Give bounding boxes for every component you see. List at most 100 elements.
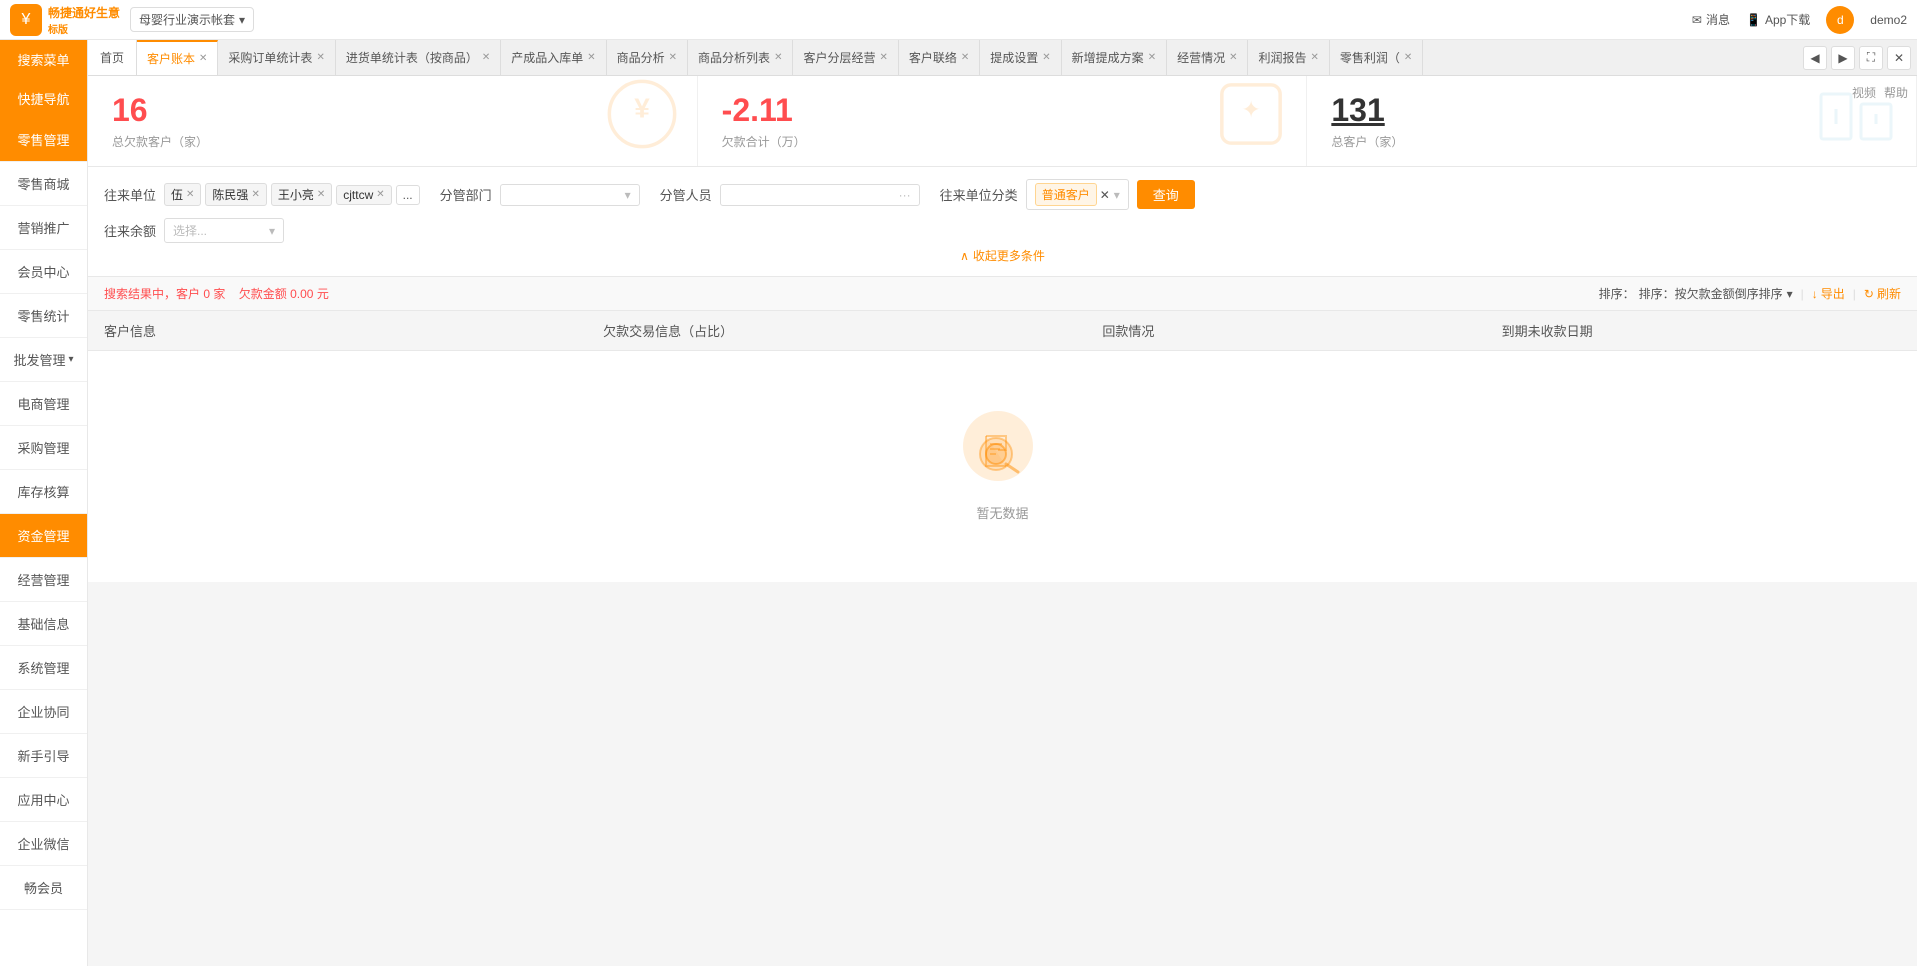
- stats-card-body-2: -2.11 欠款合计（万）: [722, 92, 806, 150]
- remove-category-tag[interactable]: ✕: [1100, 188, 1110, 202]
- sidebar-item-ecom[interactable]: 电商管理: [0, 382, 87, 426]
- sidebar-item-finance[interactable]: 资金管理: [0, 514, 87, 558]
- sidebar-item-basic[interactable]: 基础信息: [0, 602, 87, 646]
- empty-text: 暂无数据: [976, 503, 1028, 522]
- tab-next-btn[interactable]: ▶: [1831, 46, 1855, 70]
- tab-close-btn[interactable]: ✕: [1042, 52, 1050, 63]
- tab-close-btn[interactable]: ✕: [1404, 52, 1412, 63]
- svg-text:¥: ¥: [634, 93, 650, 124]
- tab-close-btn[interactable]: ✕: [199, 53, 207, 64]
- filter-tag-wu[interactable]: 伍 ✕: [164, 183, 201, 206]
- sidebar-item-vip[interactable]: 畅会员: [0, 866, 87, 910]
- query-btn[interactable]: 查询: [1137, 180, 1195, 209]
- tab-close-btn[interactable]: ✕: [1311, 52, 1319, 63]
- tab-close-btn[interactable]: ✕: [774, 52, 782, 63]
- sidebar-item-enterprise[interactable]: 企业协同: [0, 690, 87, 734]
- message-btn[interactable]: ✉ 消息: [1692, 11, 1730, 28]
- remove-tag-wang[interactable]: ✕: [317, 189, 325, 200]
- tab-retail-profit[interactable]: 零售利润（ ✕: [1330, 40, 1423, 76]
- export-icon: ↓: [1812, 287, 1818, 301]
- sidebar-item-system[interactable]: 系统管理: [0, 646, 87, 690]
- unit-filter-tags: 伍 ✕ 陈民强 ✕ 王小亮 ✕ cjttcw ✕: [164, 183, 420, 206]
- balance-filter-select[interactable]: 选择... ▾: [164, 218, 284, 243]
- tab-goods-list[interactable]: 商品分析列表 ✕: [688, 40, 793, 76]
- dept-select-arrow: ▾: [625, 188, 631, 202]
- tab-customer-contact[interactable]: 客户联络 ✕: [899, 40, 980, 76]
- dept-filter-select[interactable]: ▾: [500, 184, 640, 206]
- sidebar-item-inventory[interactable]: 库存核算: [0, 470, 87, 514]
- stat-label-1: 总欠款客户（家）: [112, 133, 208, 150]
- tab-close-btn[interactable]: ✕: [879, 52, 887, 63]
- filter-tag-cjttcw[interactable]: cjttcw ✕: [336, 185, 391, 205]
- tab-commission-settings[interactable]: 提成设置 ✕: [980, 40, 1061, 76]
- sidebar-item-wechat[interactable]: 企业微信: [0, 822, 87, 866]
- tab-close-btn[interactable]: ✕: [669, 52, 677, 63]
- sidebar-item-wholesale[interactable]: 批发管理 ▾: [0, 338, 87, 382]
- stats-card-icon-2: ✦: [1216, 79, 1286, 163]
- stat-label-2: 欠款合计（万）: [722, 133, 806, 150]
- tab-stock-stats[interactable]: 进货单统计表（按商品） ✕: [336, 40, 501, 76]
- sidebar-search[interactable]: 搜索菜单: [0, 40, 87, 79]
- tab-fullscreen-btn[interactable]: ⛶: [1859, 46, 1883, 70]
- logo-icon: ¥: [10, 4, 42, 36]
- sidebar-item-retail[interactable]: 零售管理: [0, 118, 87, 162]
- filter-more-btn[interactable]: ...: [396, 185, 420, 205]
- filter-tag-wang[interactable]: 王小亮 ✕: [271, 183, 332, 206]
- tab-close-btn[interactable]: ✕: [1148, 52, 1156, 63]
- stats-card-body-1: 16 总欠款客户（家）: [112, 92, 208, 150]
- tab-profit-report[interactable]: 利润报告 ✕: [1248, 40, 1329, 76]
- tab-home[interactable]: 首页: [88, 40, 137, 76]
- remove-tag-cjttcw[interactable]: ✕: [376, 189, 384, 200]
- tab-prev-btn[interactable]: ◀: [1803, 46, 1827, 70]
- results-actions: 排序： 排序：按欠款金额倒序排序 ▾ | ↓ 导出 | ↻ 刷新: [1599, 285, 1901, 302]
- category-select-arrow: ▾: [1114, 188, 1120, 202]
- refresh-btn[interactable]: ↻ 刷新: [1864, 285, 1901, 302]
- tab-new-commission[interactable]: 新增提成方案 ✕: [1062, 40, 1167, 76]
- store-selector[interactable]: 母婴行业演示帐套 ▾: [130, 7, 254, 32]
- tab-close-all-btn[interactable]: ✕: [1887, 46, 1911, 70]
- category-filter-select[interactable]: 普通客户 ✕ ▾: [1026, 179, 1129, 210]
- tab-production[interactable]: 产成品入库单 ✕: [501, 40, 606, 76]
- tab-goods-analysis[interactable]: 商品分析 ✕: [607, 40, 688, 76]
- sidebar-item-operation[interactable]: 经营管理: [0, 558, 87, 602]
- collapse-btn[interactable]: ∧ 收起更多条件: [104, 247, 1901, 264]
- stat-value-3: 131: [1331, 92, 1403, 129]
- empty-icon: [963, 411, 1043, 491]
- remove-tag-chen[interactable]: ✕: [251, 189, 259, 200]
- tab-purchase-order[interactable]: 采购订单统计表 ✕: [218, 40, 335, 76]
- logo: ¥ 畅捷通好生意 标版: [10, 4, 120, 36]
- sidebar-item-retail-stats[interactable]: 零售统计: [0, 294, 87, 338]
- tab-close-btn[interactable]: ✕: [482, 52, 490, 63]
- tab-close-btn[interactable]: ✕: [587, 52, 595, 63]
- person-filter-select[interactable]: ···: [720, 184, 920, 206]
- tab-customer-tier[interactable]: 客户分层经营 ✕: [793, 40, 898, 76]
- sidebar-item-member[interactable]: 会员中心: [0, 250, 87, 294]
- tab-customer-book[interactable]: 客户账本 ✕: [137, 40, 218, 76]
- data-table: 客户信息 欠款交易信息（占比） 回款情况 到期未收款日期: [88, 311, 1917, 582]
- category-tag: 普通客户 ✕: [1035, 183, 1110, 206]
- filter-tag-chen[interactable]: 陈民强 ✕: [205, 183, 266, 206]
- remove-tag-wu[interactable]: ✕: [186, 189, 194, 200]
- tab-close-btn[interactable]: ✕: [316, 52, 324, 63]
- tab-close-btn[interactable]: ✕: [961, 52, 969, 63]
- top-bar: ¥ 畅捷通好生意 标版 母婴行业演示帐套 ▾ ✉ 消息 📱 App下载 d de…: [0, 0, 1917, 40]
- app-download-btn[interactable]: 📱 App下载: [1746, 11, 1810, 28]
- filter-row-1: 往来单位 伍 ✕ 陈民强 ✕ 王小亮 ✕: [104, 179, 1901, 210]
- export-btn[interactable]: ↓ 导出: [1812, 285, 1845, 302]
- sidebar-nav[interactable]: 快捷导航: [0, 79, 87, 118]
- chevron-down-icon: ▾: [239, 13, 245, 27]
- sidebar-item-retail-mall[interactable]: 零售商城: [0, 162, 87, 206]
- sidebar-item-purchase[interactable]: 采购管理: [0, 426, 87, 470]
- sidebar-item-marketing[interactable]: 营销推广: [0, 206, 87, 250]
- stats-card-debt: ✦ -2.11 欠款合计（万）: [698, 76, 1308, 166]
- tab-close-btn[interactable]: ✕: [1229, 52, 1237, 63]
- sidebar-item-guide[interactable]: 新手引导: [0, 734, 87, 778]
- username-label[interactable]: demo2: [1870, 13, 1907, 27]
- sort-select[interactable]: 排序： 排序：按欠款金额倒序排序 ▾: [1599, 285, 1793, 302]
- category-filter-label: 往来单位分类: [940, 185, 1018, 204]
- tab-operation[interactable]: 经营情况 ✕: [1167, 40, 1248, 76]
- table-header: 客户信息 欠款交易信息（占比） 回款情况 到期未收款日期: [88, 311, 1917, 351]
- sidebar-item-apps[interactable]: 应用中心: [0, 778, 87, 822]
- stats-card-total: 视频 帮助 131 总客户（家）: [1307, 76, 1917, 166]
- stats-card-icon-1: ¥: [607, 79, 677, 163]
